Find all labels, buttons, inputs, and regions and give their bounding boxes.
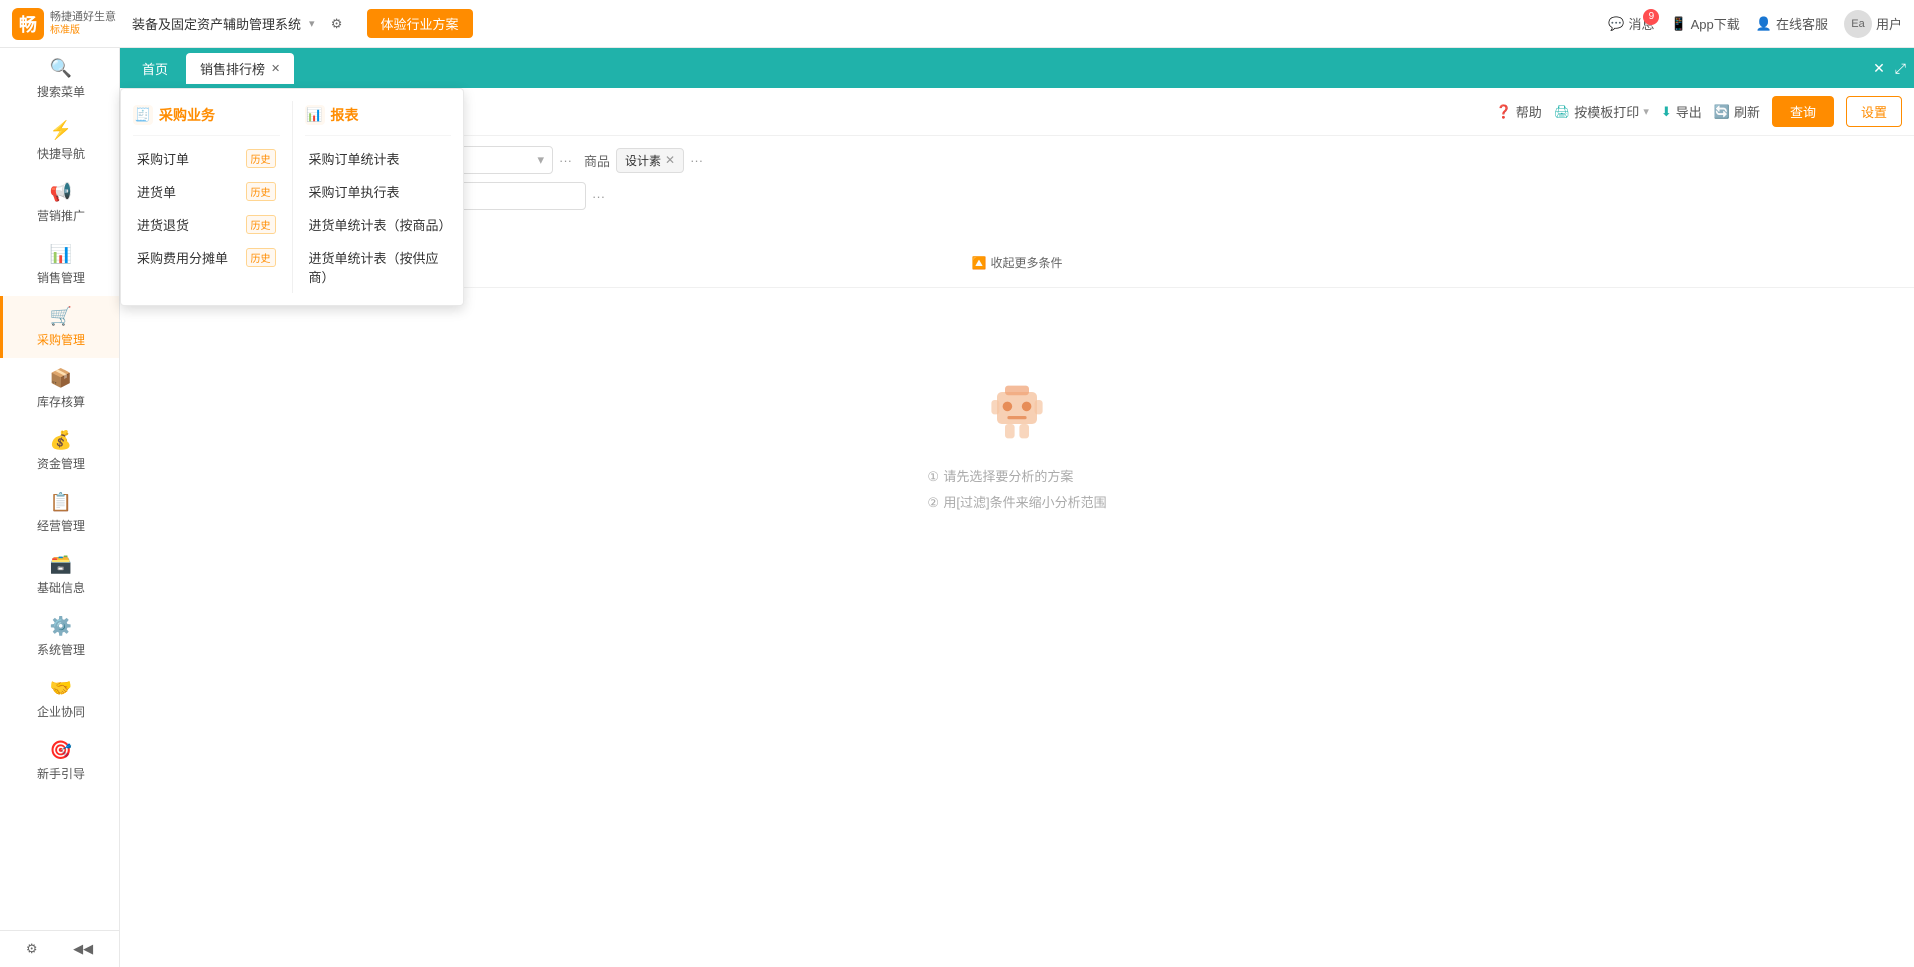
menu-business-title: 🧾 采购业务 [133, 101, 280, 136]
purchase-dropdown-menu: 🧾 采购业务 采购订单 历史 进货单 历史 进货退货 历史 采购费用分摊单 历史… [120, 88, 464, 306]
menu-report-column: 📊 报表 采购订单统计表 采购订单执行表 进货单统计表（按商品） 进货单统计表（… [292, 101, 464, 293]
menu-item-incoming[interactable]: 进货单 历史 [133, 175, 280, 208]
menu-item-purchase-order-report[interactable]: 采购订单统计表 [305, 142, 452, 175]
menu-item-return[interactable]: 进货退货 历史 [133, 208, 280, 241]
menu-item-purchase-order-exec[interactable]: 采购订单执行表 [305, 175, 452, 208]
menu-item-incoming-report-goods[interactable]: 进货单统计表（按商品） [305, 208, 452, 241]
menu-item-incoming-report-supplier[interactable]: 进货单统计表（按供应商） [305, 241, 452, 293]
menu-report-title: 📊 报表 [305, 101, 452, 136]
menu-item-expense[interactable]: 采购费用分摊单 历史 [133, 241, 280, 274]
business-title-icon: 🧾 [133, 105, 153, 125]
menu-business-column: 🧾 采购业务 采购订单 历史 进货单 历史 进货退货 历史 采购费用分摊单 历史 [121, 101, 292, 293]
report-title-icon: 📊 [305, 105, 325, 125]
menu-item-purchase-order[interactable]: 采购订单 历史 [133, 142, 280, 175]
